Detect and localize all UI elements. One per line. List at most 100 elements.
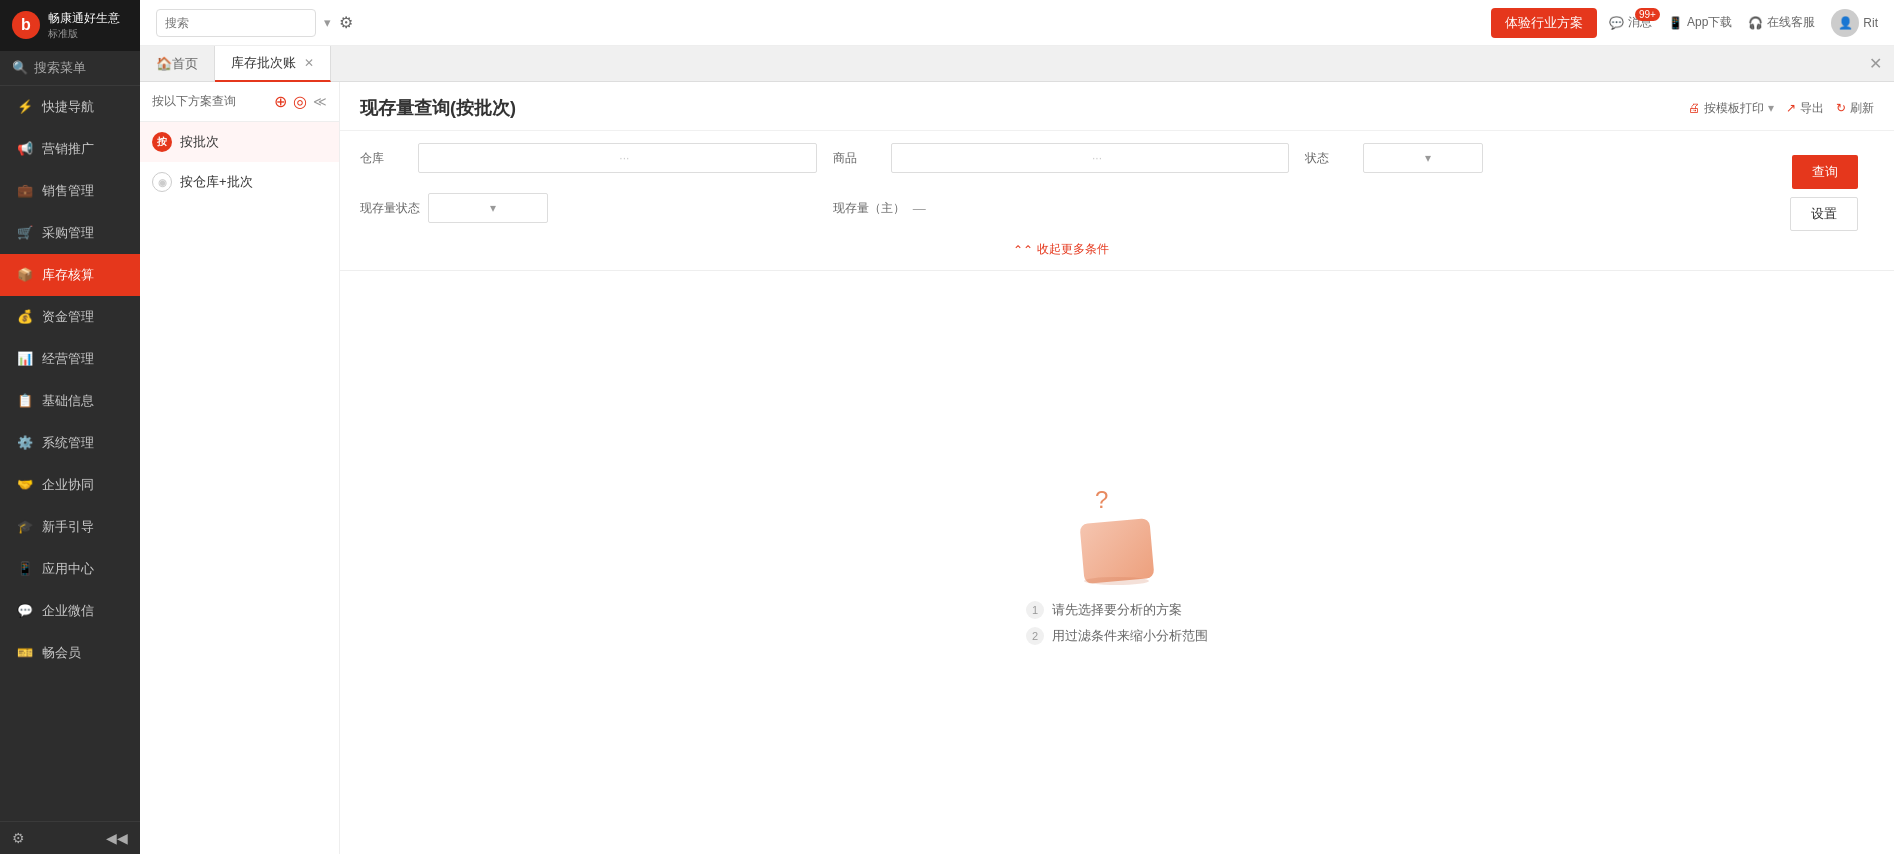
search-menu-item[interactable]: 🔍 搜索菜单	[0, 51, 140, 86]
member-icon: 🎫	[16, 644, 34, 662]
export-label: 导出	[1800, 100, 1824, 117]
header-gear-icon[interactable]: ⚙	[339, 13, 353, 32]
print-btn[interactable]: 🖨 按模板打印 ▾	[1688, 100, 1774, 117]
top-header: ▾ ⚙ 体验行业方案 💬 消息 99+ 📱 App下载 🎧 在线客服 👤 Rit	[140, 0, 1894, 46]
status-dropdown[interactable]: ▾	[1363, 143, 1483, 173]
header-search-area: ▾ ⚙	[156, 9, 1479, 37]
refresh-icon: ↻	[1836, 101, 1846, 115]
sidebar-item-appstore[interactable]: 📱 应用中心	[0, 548, 140, 590]
goods-input[interactable]: ···	[891, 143, 1290, 173]
operations-icon: 📊	[16, 350, 34, 368]
sales-icon: 💼	[16, 182, 34, 200]
status-label: 状态	[1305, 150, 1355, 167]
empty-question-mark: ?	[1095, 486, 1108, 514]
message-action[interactable]: 💬 消息 99+	[1609, 14, 1652, 31]
sidebar: b 畅康通好生意 标准版 🔍 搜索菜单 ⚡ 快捷导航 📢 营销推广 💼 销售管理…	[0, 0, 140, 854]
sidebar-item-finance[interactable]: 💰 资金管理	[0, 296, 140, 338]
add-scheme-icon[interactable]: ⊕	[274, 92, 287, 111]
collapse-label: 收起更多条件	[1037, 241, 1109, 258]
collapse-conditions-btn[interactable]: ⌃⌃ 收起更多条件	[360, 233, 1762, 258]
scheme-by-warehouse-batch[interactable]: ◉ 按仓库+批次	[140, 162, 339, 202]
header-chevron-icon[interactable]: ▾	[324, 15, 331, 30]
main-area: ▾ ⚙ 体验行业方案 💬 消息 99+ 📱 App下载 🎧 在线客服 👤 Rit	[140, 0, 1894, 854]
online-support-label: 在线客服	[1767, 14, 1815, 31]
empty-state: ? 1 请先选择要分析的方案 2 用过滤条件来缩小分析范围	[340, 271, 1894, 854]
export-icon: ↗	[1786, 101, 1796, 115]
warehouse-dots-icon[interactable]: ···	[619, 151, 807, 165]
sidebar-label-member: 畅会员	[42, 644, 81, 662]
title-actions: 🖨 按模板打印 ▾ ↗ 导出 ↻ 刷新	[1688, 100, 1874, 117]
sidebar-item-newbie[interactable]: 🎓 新手引导	[0, 506, 140, 548]
sidebar-settings-icon[interactable]: ⚙	[12, 830, 25, 846]
marketing-icon: 📢	[16, 140, 34, 158]
page-title: 现存量查询(按批次)	[360, 96, 516, 120]
header-search-input[interactable]	[156, 9, 316, 37]
newbie-icon: 🎓	[16, 518, 34, 536]
sidebar-item-basics[interactable]: 📋 基础信息	[0, 380, 140, 422]
refresh-btn[interactable]: ↻ 刷新	[1836, 100, 1874, 117]
message-icon: 💬	[1609, 16, 1624, 30]
tab-home[interactable]: 🏠 首页	[140, 46, 215, 82]
tab-inventory-batch[interactable]: 库存批次账 ✕	[215, 46, 331, 82]
app-version: 标准版	[48, 27, 120, 41]
settings-scheme-icon[interactable]: ◎	[293, 92, 307, 111]
sidebar-item-sales[interactable]: 💼 销售管理	[0, 170, 140, 212]
sidebar-item-enterprise[interactable]: 🤝 企业协同	[0, 464, 140, 506]
online-support-action[interactable]: 🎧 在线客服	[1748, 14, 1815, 31]
print-icon: 🖨	[1688, 101, 1700, 115]
scheme-by-batch[interactable]: 按 按批次	[140, 122, 339, 162]
sidebar-header: b 畅康通好生意 标准版	[0, 0, 140, 51]
sidebar-label-marketing: 营销推广	[42, 140, 94, 158]
filter-area: 仓库 ··· 商品 ···	[340, 131, 1894, 271]
export-btn[interactable]: ↗ 导出	[1786, 100, 1824, 117]
warehouse-input[interactable]: ···	[418, 143, 817, 173]
collapse-panel-icon[interactable]: ≪	[313, 94, 327, 109]
sidebar-item-quicknav[interactable]: ⚡ 快捷导航	[0, 86, 140, 128]
set-button[interactable]: 设置	[1790, 197, 1858, 231]
sidebar-label-quicknav: 快捷导航	[42, 98, 94, 116]
sidebar-item-inventory[interactable]: 📦 库存核算	[0, 254, 140, 296]
sidebar-label-enterprise: 企业协同	[42, 476, 94, 494]
sidebar-item-member[interactable]: 🎫 畅会员	[0, 632, 140, 674]
warehouse-label: 仓库	[360, 150, 410, 167]
print-chevron-icon[interactable]: ▾	[1768, 101, 1774, 115]
print-label: 按模板打印	[1704, 100, 1764, 117]
sidebar-item-purchase[interactable]: 🛒 采购管理	[0, 212, 140, 254]
empty-box	[1080, 518, 1155, 584]
sidebar-item-marketing[interactable]: 📢 营销推广	[0, 128, 140, 170]
query-button[interactable]: 查询	[1792, 155, 1858, 189]
sidebar-label-appstore: 应用中心	[42, 560, 94, 578]
tab-close-icon[interactable]: ✕	[304, 56, 314, 70]
user-profile[interactable]: 👤 Rit	[1831, 9, 1878, 37]
basics-icon: 📋	[16, 392, 34, 410]
sidebar-item-system[interactable]: ⚙️ 系统管理	[0, 422, 140, 464]
sidebar-label-system: 系统管理	[42, 434, 94, 452]
stock-qty-filter: 现存量（主） —	[833, 200, 1290, 217]
finance-icon: 💰	[16, 308, 34, 326]
filter-row-2: 现存量状态 ▾ 现存量（主） —	[360, 193, 1762, 223]
left-panel-title: 按以下方案查询	[152, 93, 236, 110]
stock-status-dropdown[interactable]: ▾	[428, 193, 548, 223]
app-download-action[interactable]: 📱 App下载	[1668, 14, 1732, 31]
goods-dots-icon[interactable]: ···	[1092, 151, 1280, 165]
empty-illustration: ?	[1067, 481, 1167, 581]
sidebar-collapse-btn[interactable]: ◀◀	[106, 830, 128, 846]
page-title-bar: 现存量查询(按批次) 🖨 按模板打印 ▾ ↗ 导出 ↻ 刷新	[340, 82, 1894, 131]
status-chevron-icon: ▾	[1425, 151, 1474, 165]
empty-box-shadow	[1084, 577, 1149, 585]
quicknav-icon: ⚡	[16, 98, 34, 116]
header-right: 💬 消息 99+ 📱 App下载 🎧 在线客服 👤 Rit	[1609, 9, 1878, 37]
system-icon: ⚙️	[16, 434, 34, 452]
sidebar-nav: ⚡ 快捷导航 📢 营销推广 💼 销售管理 🛒 采购管理 📦 库存核算 💰 资金管…	[0, 86, 140, 821]
sidebar-item-operations[interactable]: 📊 经营管理	[0, 338, 140, 380]
empty-hint-1: 1 请先选择要分析的方案	[1026, 601, 1208, 619]
user-avatar: 👤	[1831, 9, 1859, 37]
industry-btn[interactable]: 体验行业方案	[1491, 8, 1597, 38]
goods-filter-group: 商品 ···	[833, 143, 1290, 173]
search-menu-label: 搜索菜单	[34, 59, 86, 77]
app-name: 畅康通好生意	[48, 10, 120, 27]
scheme-batch-label: 按批次	[180, 133, 219, 151]
sidebar-item-wechat[interactable]: 💬 企业微信	[0, 590, 140, 632]
goods-label: 商品	[833, 150, 883, 167]
tabs-close-all-btn[interactable]: ✕	[1857, 54, 1894, 73]
